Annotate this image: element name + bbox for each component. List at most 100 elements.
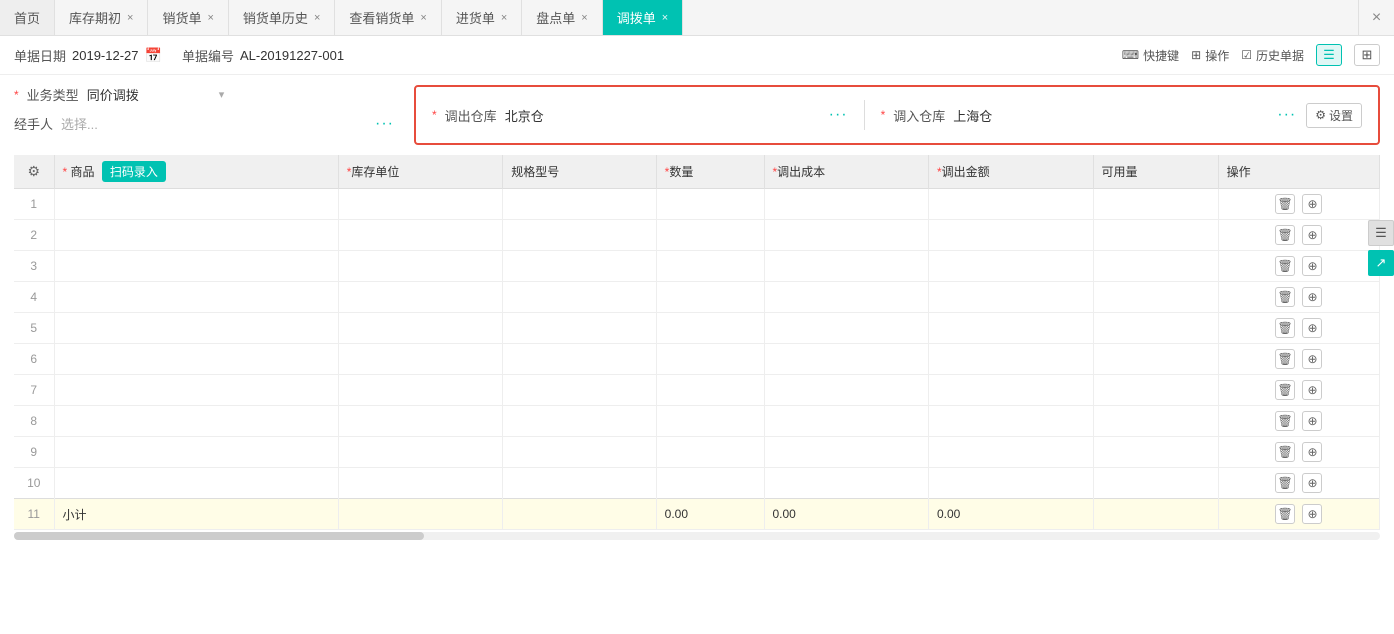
tab-inventory-init-close[interactable]: × bbox=[127, 12, 133, 24]
row-qty[interactable] bbox=[656, 344, 764, 375]
delete-row-btn[interactable]: 🗑 bbox=[1275, 411, 1295, 431]
tab-sales-order-close[interactable]: × bbox=[207, 12, 213, 24]
copy-row-btn[interactable]: ⊕ bbox=[1302, 287, 1322, 307]
row-qty[interactable] bbox=[656, 220, 764, 251]
row-product[interactable] bbox=[54, 189, 338, 220]
shortcut-btn[interactable]: ⌨ 快捷键 bbox=[1122, 47, 1179, 64]
tab-inventory-count[interactable]: 盘点单 × bbox=[522, 0, 602, 35]
row-qty[interactable] bbox=[656, 437, 764, 468]
scan-btn[interactable]: 扫码录入 bbox=[102, 161, 166, 182]
business-type-label: 业务类型 bbox=[27, 85, 79, 104]
copy-row-btn[interactable]: ⊕ bbox=[1302, 318, 1322, 338]
row-cost[interactable] bbox=[764, 406, 929, 437]
delete-row-btn[interactable]: 🗑 bbox=[1275, 442, 1295, 462]
copy-row-btn[interactable]: ⊕ bbox=[1302, 473, 1322, 493]
row-product[interactable] bbox=[54, 406, 338, 437]
history-btn[interactable]: ☑ 历史单据 bbox=[1241, 47, 1304, 64]
row-product[interactable] bbox=[54, 468, 338, 499]
row-cost[interactable] bbox=[764, 189, 929, 220]
row-product[interactable] bbox=[54, 282, 338, 313]
person-more-btn[interactable]: ··· bbox=[375, 115, 394, 133]
copy-row-btn[interactable]: ⊕ bbox=[1302, 411, 1322, 431]
row-product[interactable] bbox=[54, 251, 338, 282]
row-cost[interactable] bbox=[764, 282, 929, 313]
tab-purchase-order-close[interactable]: × bbox=[501, 12, 507, 24]
person-value[interactable]: 选择... bbox=[61, 114, 181, 133]
tab-sales-history-close[interactable]: × bbox=[314, 12, 320, 24]
tab-transfer-order[interactable]: 调拨单 × bbox=[603, 0, 683, 35]
row-qty[interactable] bbox=[656, 468, 764, 499]
tab-view-sales-close[interactable]: × bbox=[420, 12, 426, 24]
row-cost[interactable] bbox=[764, 251, 929, 282]
delete-row-btn[interactable]: 🗑 bbox=[1275, 473, 1295, 493]
row-qty[interactable] bbox=[656, 313, 764, 344]
subtotal-seq: 11 bbox=[14, 499, 54, 530]
copy-row-btn[interactable]: ⊕ bbox=[1302, 349, 1322, 369]
copy-row-btn[interactable]: ⊕ bbox=[1302, 194, 1322, 214]
tab-sales-history[interactable]: 销货单历史 × bbox=[229, 0, 335, 35]
tab-inventory-init[interactable]: 库存期初 × bbox=[55, 0, 148, 35]
tab-view-sales[interactable]: 查看销货单 × bbox=[335, 0, 441, 35]
tab-transfer-order-close[interactable]: × bbox=[662, 12, 668, 24]
delete-row-btn[interactable]: 🗑 bbox=[1275, 349, 1295, 369]
row-qty[interactable] bbox=[656, 375, 764, 406]
row-product[interactable] bbox=[54, 220, 338, 251]
delete-row-btn[interactable]: 🗑 bbox=[1275, 225, 1295, 245]
row-product[interactable] bbox=[54, 344, 338, 375]
table-row: 9 🗑 ⊕ bbox=[14, 437, 1380, 468]
row-spec bbox=[503, 313, 656, 344]
in-warehouse-more-btn[interactable]: ··· bbox=[1277, 106, 1296, 124]
table-scrollbar[interactable] bbox=[14, 532, 1380, 540]
th-settings[interactable]: ⚙ bbox=[14, 155, 54, 189]
delete-row-btn[interactable]: 🗑 bbox=[1275, 380, 1295, 400]
row-qty[interactable] bbox=[656, 282, 764, 313]
row-product[interactable] bbox=[54, 313, 338, 344]
th-qty: *数量 bbox=[656, 155, 764, 189]
row-cost[interactable] bbox=[764, 468, 929, 499]
row-qty[interactable] bbox=[656, 251, 764, 282]
row-qty[interactable] bbox=[656, 189, 764, 220]
row-cost[interactable] bbox=[764, 437, 929, 468]
right-btn-list[interactable]: ☰ bbox=[1368, 220, 1394, 246]
copy-row-btn[interactable]: ⊕ bbox=[1302, 225, 1322, 245]
right-btn-expand[interactable]: ↗ bbox=[1368, 250, 1394, 276]
history-icon: ☑ bbox=[1241, 48, 1252, 62]
row-cost[interactable] bbox=[764, 344, 929, 375]
delete-row-btn[interactable]: 🗑 bbox=[1275, 318, 1295, 338]
row-available bbox=[1093, 468, 1218, 499]
tab-home[interactable]: 首页 bbox=[0, 0, 55, 35]
in-warehouse-value: 上海仓 bbox=[953, 106, 992, 125]
calendar-icon[interactable]: 📅 bbox=[145, 47, 162, 64]
operation-btn[interactable]: ⊞ 操作 bbox=[1191, 47, 1229, 64]
layout-grid-btn[interactable]: ⊞ bbox=[1354, 44, 1380, 66]
operation-icon: ⊞ bbox=[1191, 48, 1201, 62]
row-amount bbox=[929, 282, 1094, 313]
row-product[interactable] bbox=[54, 375, 338, 406]
warehouse-settings-btn[interactable]: ⚙ 设置 bbox=[1306, 103, 1362, 128]
delete-btn[interactable]: 🗑 bbox=[1275, 504, 1295, 524]
out-warehouse-more-btn[interactable]: ··· bbox=[829, 106, 848, 124]
row-cost[interactable] bbox=[764, 375, 929, 406]
th-cost: *调出成本 bbox=[764, 155, 929, 189]
copy-row-btn[interactable]: ⊕ bbox=[1302, 256, 1322, 276]
row-cost[interactable] bbox=[764, 220, 929, 251]
row-product[interactable] bbox=[54, 437, 338, 468]
delete-row-btn[interactable]: 🗑 bbox=[1275, 194, 1295, 214]
business-type-dropdown[interactable]: ▾ bbox=[219, 88, 225, 101]
copy-row-btn[interactable]: ⊕ bbox=[1302, 442, 1322, 462]
form-section: * 业务类型 同价调拨 ▾ 经手人 选择... ··· * 调出仓库 北京仓 ·… bbox=[0, 75, 1394, 155]
row-unit bbox=[338, 468, 503, 499]
row-qty[interactable] bbox=[656, 406, 764, 437]
layout-list-btn[interactable]: ☰ bbox=[1316, 44, 1342, 66]
tab-inventory-count-close[interactable]: × bbox=[581, 12, 587, 24]
tab-sales-order[interactable]: 销货单 × bbox=[148, 0, 228, 35]
copy-btn[interactable]: ⊕ bbox=[1302, 504, 1322, 524]
window-close-button[interactable]: × bbox=[1358, 0, 1394, 36]
copy-row-btn[interactable]: ⊕ bbox=[1302, 380, 1322, 400]
row-cost[interactable] bbox=[764, 313, 929, 344]
delete-row-btn[interactable]: 🗑 bbox=[1275, 287, 1295, 307]
tab-purchase-order[interactable]: 进货单 × bbox=[442, 0, 522, 35]
row-seq: 6 bbox=[14, 344, 54, 375]
delete-row-btn[interactable]: 🗑 bbox=[1275, 256, 1295, 276]
table-settings-icon[interactable]: ⚙ bbox=[27, 163, 40, 179]
